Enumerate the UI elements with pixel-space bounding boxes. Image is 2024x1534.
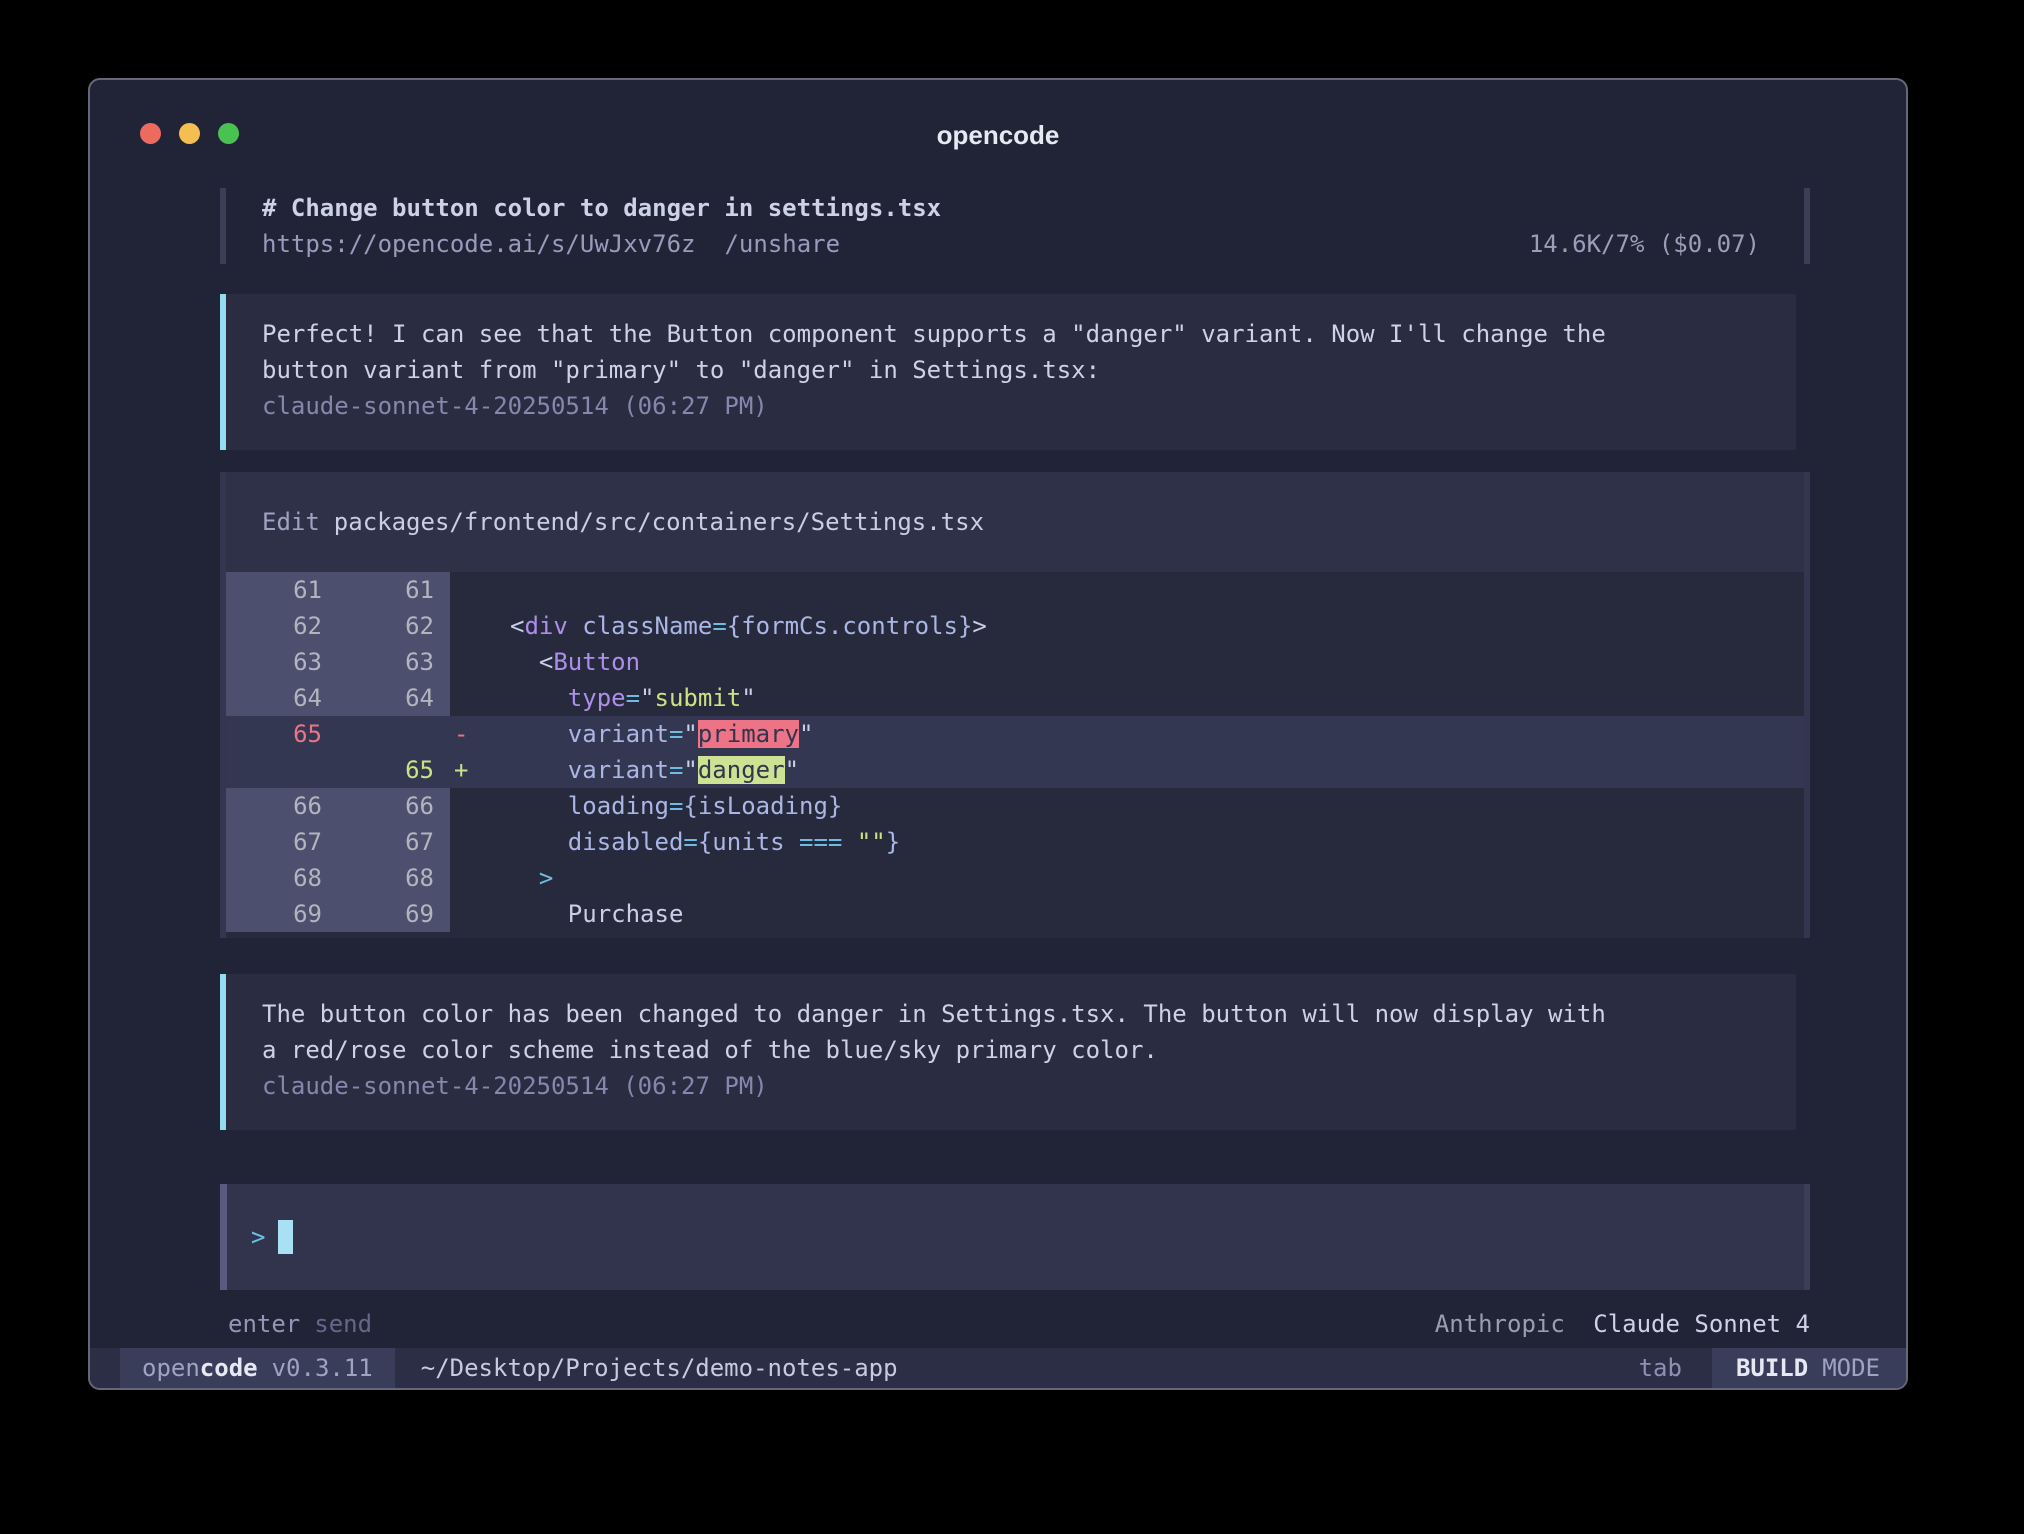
diff-row: 6363 <Button <box>226 644 1804 680</box>
model-timestamp: claude-sonnet-4-20250514 (06:27 PM) <box>262 1068 1766 1104</box>
hint-row: enter send Anthropic Claude Sonnet 4 <box>220 1306 1810 1342</box>
session-subheader: https://opencode.ai/s/UwJxv76z /unshare … <box>262 226 1804 262</box>
window-title: opencode <box>90 120 1906 151</box>
unshare-command[interactable]: /unshare <box>724 226 840 262</box>
diff-row: 6868 > <box>226 860 1804 896</box>
window-titlebar: opencode <box>90 80 1906 186</box>
model-name: Claude Sonnet 4 <box>1593 1310 1810 1338</box>
session-title: # Change button color to danger in setti… <box>262 190 1804 226</box>
diff-row: 65- variant="primary" <box>226 716 1804 752</box>
diff-row: 6969 Purchase <box>226 896 1804 932</box>
send-action-hint: send <box>314 1306 372 1342</box>
app-version: v0.3.11 <box>272 1354 373 1382</box>
session-header: # Change button color to danger in setti… <box>220 188 1810 264</box>
mode-badge[interactable]: BUILD MODE <box>1712 1348 1906 1388</box>
message-text-line: a red/rose color scheme instead of the b… <box>262 1032 1766 1068</box>
mode-name: BUILD <box>1736 1354 1808 1382</box>
diff-row: 6262<div className={formCs.controls}> <box>226 608 1804 644</box>
diff-body: 61616262<div className={formCs.controls}… <box>226 572 1804 938</box>
diff-row: 6767 disabled={units === ""} <box>226 824 1804 860</box>
diff-row: 6666 loading={isLoading} <box>226 788 1804 824</box>
tab-key-hint[interactable]: tab <box>1639 1348 1682 1388</box>
share-url-link[interactable]: https://opencode.ai/s/UwJxv76z <box>262 226 695 262</box>
app-version-badge: opencode v0.3.11 <box>120 1348 395 1388</box>
header-body: # Change button color to danger in setti… <box>226 188 1804 264</box>
token-usage-stats: 14.6K/7% ($0.07) <box>1529 226 1760 262</box>
working-directory: ~/Desktop/Projects/demo-notes-app <box>421 1348 898 1388</box>
message-text-line: The button color has been changed to dan… <box>262 996 1766 1032</box>
text-cursor <box>278 1220 293 1254</box>
assistant-message: Perfect! I can see that the Button compo… <box>220 294 1796 450</box>
prompt-input[interactable]: > <box>227 1184 1804 1290</box>
diff-row: 65+ variant="danger" <box>226 752 1804 788</box>
app-name-open: open <box>142 1354 200 1382</box>
diff-row: 6464 type="submit" <box>226 680 1804 716</box>
edited-file-path: packages/frontend/src/containers/Setting… <box>334 508 984 536</box>
header-right-rule <box>1804 188 1810 264</box>
prompt-input-area[interactable]: > <box>220 1184 1810 1290</box>
card-right-rule <box>1804 472 1810 938</box>
enter-key-hint: enter <box>228 1306 300 1342</box>
prompt-active-rule <box>220 1184 227 1290</box>
model-timestamp: claude-sonnet-4-20250514 (06:27 PM) <box>262 388 1766 424</box>
opencode-terminal-window: opencode # Change button color to danger… <box>88 78 1908 1390</box>
edit-action-label: Edit <box>262 508 320 536</box>
model-indicator: Anthropic Claude Sonnet 4 <box>1435 1306 1810 1342</box>
diff-row: 6161 <box>226 572 1804 608</box>
edit-card-header: Edit packages/frontend/src/containers/Se… <box>226 472 1804 572</box>
mode-label: MODE <box>1822 1354 1880 1382</box>
message-text-line: button variant from "primary" to "danger… <box>262 352 1766 388</box>
prompt-right-rule <box>1804 1184 1810 1290</box>
edit-tool-card: Edit packages/frontend/src/containers/Se… <box>220 472 1810 938</box>
status-bar: opencode v0.3.11 ~/Desktop/Projects/demo-… <box>90 1348 1906 1388</box>
provider-name: Anthropic <box>1435 1310 1565 1338</box>
assistant-message: The button color has been changed to dan… <box>220 974 1796 1130</box>
app-name-code: code <box>200 1354 258 1382</box>
prompt-symbol: > <box>251 1219 265 1255</box>
session-content: # Change button color to danger in setti… <box>90 186 1906 1348</box>
message-text-line: Perfect! I can see that the Button compo… <box>262 316 1766 352</box>
